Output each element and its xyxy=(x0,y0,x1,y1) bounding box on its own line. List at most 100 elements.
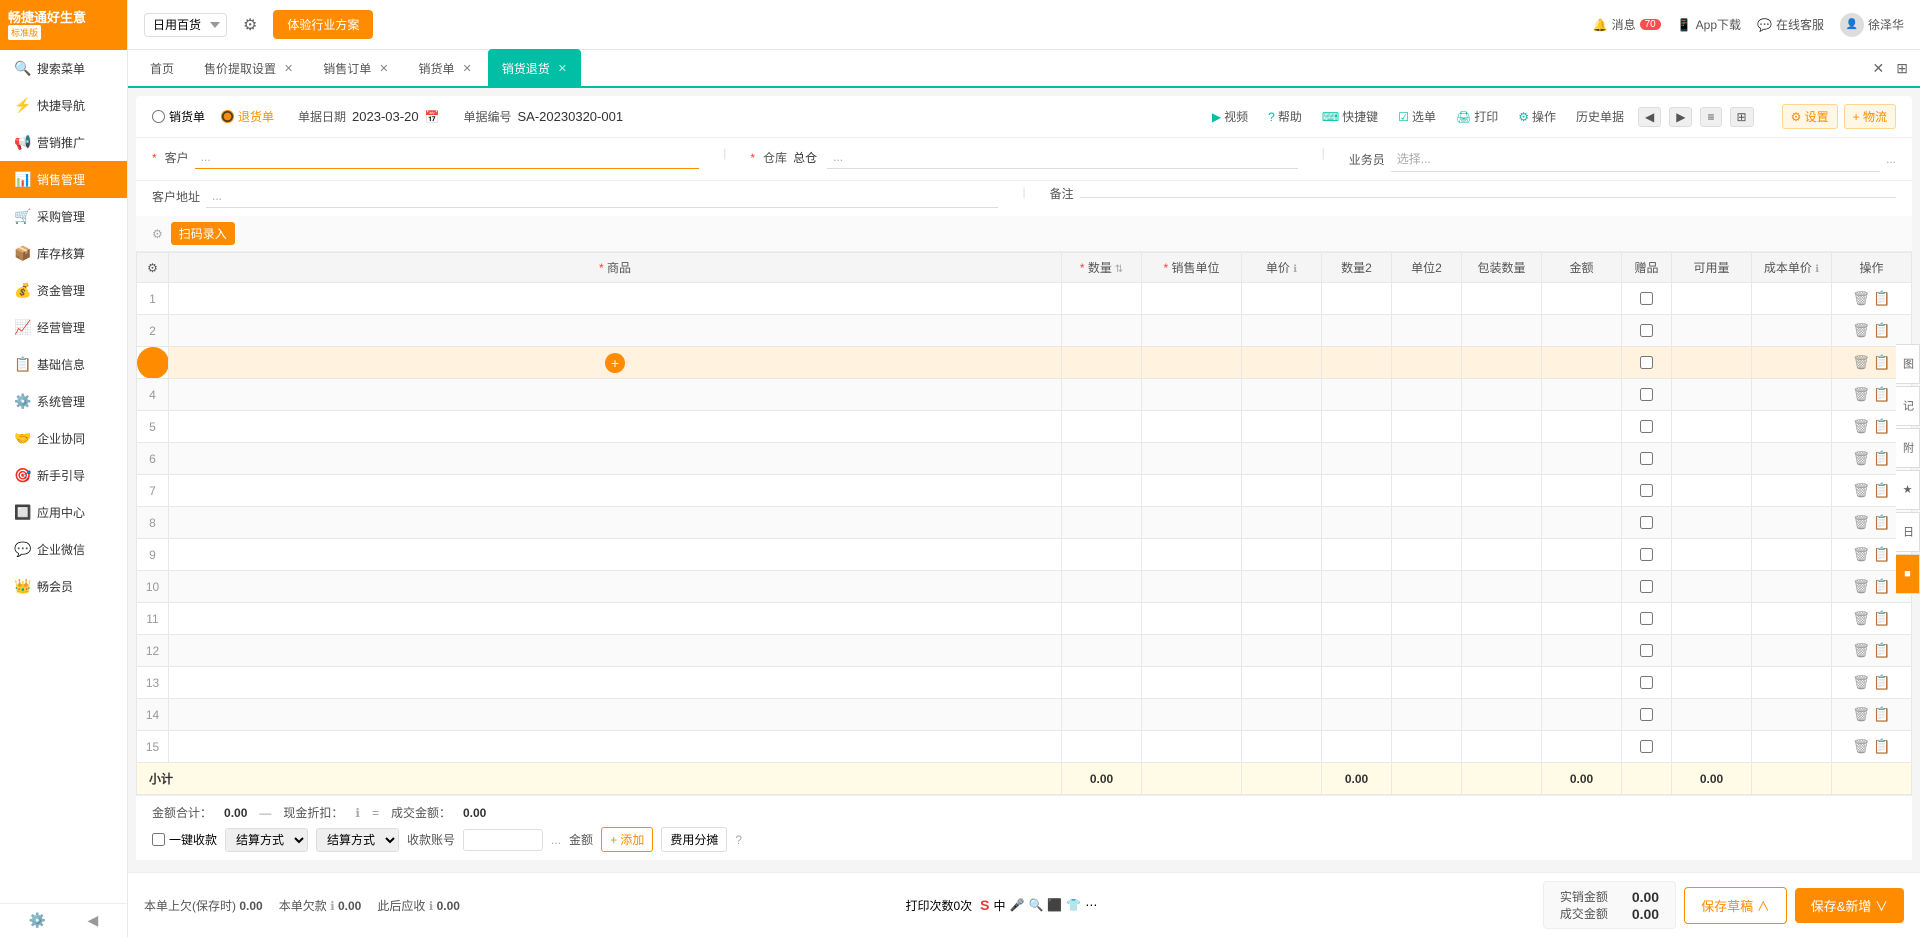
row-qty2-cell[interactable] xyxy=(1322,667,1392,699)
row-cost-cell[interactable] xyxy=(1752,443,1832,475)
row-product-cell[interactable] xyxy=(169,571,1062,603)
tab-price-setting[interactable]: 售价提取设置 ✕ xyxy=(190,49,307,87)
row-unit-cell[interactable] xyxy=(1142,539,1242,571)
tab-close-sales[interactable]: ✕ xyxy=(463,62,472,75)
row-qty2-cell[interactable] xyxy=(1322,635,1392,667)
row-qty-cell[interactable] xyxy=(1062,603,1142,635)
sidebar-item-sales[interactable]: 📊 销售管理 xyxy=(0,161,127,198)
row-qty2-cell[interactable] xyxy=(1322,315,1392,347)
sidebar-item-finance[interactable]: 💰 资金管理 xyxy=(0,272,127,309)
row-pack-cell[interactable] xyxy=(1462,699,1542,731)
row-product-cell[interactable] xyxy=(169,731,1062,763)
toolbar-select-btn[interactable]: ☑ 选单 xyxy=(1392,106,1442,127)
row-copy-btn[interactable]: 📋 xyxy=(1873,578,1890,595)
gift-checkbox[interactable] xyxy=(1640,452,1653,465)
row-qty-cell[interactable] xyxy=(1062,635,1142,667)
row-available-cell[interactable] xyxy=(1672,443,1752,475)
row-qty-cell[interactable] xyxy=(1062,571,1142,603)
row-unit2-cell[interactable] xyxy=(1392,635,1462,667)
radio-return-order[interactable]: 退货单 xyxy=(221,108,274,125)
row-qty-cell[interactable] xyxy=(1062,443,1142,475)
gift-checkbox[interactable] xyxy=(1640,740,1653,753)
row-copy-btn[interactable]: 📋 xyxy=(1873,418,1890,435)
row-product-cell[interactable] xyxy=(169,539,1062,571)
row-pack-cell[interactable] xyxy=(1462,667,1542,699)
row-cost-cell[interactable] xyxy=(1752,539,1832,571)
gift-checkbox[interactable] xyxy=(1640,356,1653,369)
setting-btn[interactable]: ⚙ 设置 xyxy=(1782,104,1838,129)
row-copy-btn[interactable]: 📋 xyxy=(1873,642,1890,659)
sidebar-item-basic[interactable]: 📋 基础信息 xyxy=(0,346,127,383)
row-delete-btn[interactable]: 🗑 xyxy=(1852,290,1870,307)
add-payment-btn[interactable]: + 添加 xyxy=(601,827,653,852)
tab-home[interactable]: 首页 xyxy=(136,49,188,87)
row-qty-cell[interactable] xyxy=(1062,699,1142,731)
sidebar-item-member[interactable]: 👑 畅会员 xyxy=(0,568,127,605)
toolbar-shortcut-btn[interactable]: ⌨ 快捷键 xyxy=(1316,106,1384,127)
row-copy-btn[interactable]: 📋 xyxy=(1873,610,1890,627)
row-available-cell[interactable] xyxy=(1672,539,1752,571)
row-amount-cell[interactable] xyxy=(1542,699,1622,731)
row-cost-cell[interactable] xyxy=(1752,603,1832,635)
row-qty2-cell[interactable] xyxy=(1322,571,1392,603)
row-product-cell[interactable] xyxy=(169,635,1062,667)
row-product-cell[interactable] xyxy=(169,667,1062,699)
row-qty2-cell[interactable] xyxy=(1322,411,1392,443)
row-pack-cell[interactable] xyxy=(1462,603,1542,635)
row-qty2-cell[interactable] xyxy=(1322,475,1392,507)
row-product-cell[interactable] xyxy=(169,315,1062,347)
tab-close-sales-order[interactable]: ✕ xyxy=(379,62,388,75)
account-input[interactable] xyxy=(463,829,543,851)
row-price-cell[interactable] xyxy=(1242,571,1322,603)
tab-sales[interactable]: 销货单 ✕ xyxy=(404,49,485,87)
gift-checkbox[interactable] xyxy=(1640,676,1653,689)
split-btn[interactable]: 费用分摊 xyxy=(661,827,727,852)
float-star-btn[interactable]: ★ xyxy=(1896,470,1920,510)
toolbar-print-btn[interactable]: 🖨 打印 xyxy=(1450,106,1504,127)
row-amount-cell[interactable] xyxy=(1542,667,1622,699)
row-delete-btn[interactable]: 🗑 xyxy=(1852,674,1870,691)
th-settings[interactable]: ⚙ xyxy=(137,253,169,283)
calc-method-select[interactable]: 结算方式 xyxy=(225,828,308,852)
row-pack-cell[interactable] xyxy=(1462,411,1542,443)
tab-sales-order[interactable]: 销售订单 ✕ xyxy=(309,49,402,87)
sidebar-settings-btn[interactable]: ⚙️ xyxy=(29,912,46,929)
row-pack-cell[interactable] xyxy=(1462,379,1542,411)
save-new-btn[interactable]: 保存&新增 ∨ xyxy=(1795,888,1904,923)
row-delete-btn[interactable]: 🗑 xyxy=(1852,546,1870,563)
row-cost-cell[interactable] xyxy=(1752,475,1832,507)
row-delete-btn[interactable]: 🗑 xyxy=(1852,642,1870,659)
row-price-cell[interactable] xyxy=(1242,731,1322,763)
row-unit-cell[interactable] xyxy=(1142,315,1242,347)
receivable-info-icon[interactable]: ℹ xyxy=(429,899,434,913)
row-qty2-cell[interactable] xyxy=(1322,283,1392,315)
row-product-cell[interactable] xyxy=(169,603,1062,635)
row-copy-btn[interactable]: 📋 xyxy=(1873,738,1890,755)
row-unit2-cell[interactable] xyxy=(1392,571,1462,603)
calendar-icon[interactable]: 📅 xyxy=(425,110,440,124)
row-product-cell[interactable] xyxy=(169,411,1062,443)
row-pack-cell[interactable] xyxy=(1462,283,1542,315)
row-delete-btn[interactable]: 🗑 xyxy=(1852,610,1870,627)
row-amount-cell[interactable] xyxy=(1542,571,1622,603)
row-copy-btn[interactable]: 📋 xyxy=(1873,450,1890,467)
row-delete-btn[interactable]: 🗑 xyxy=(1852,354,1870,371)
row-unit-cell[interactable] xyxy=(1142,443,1242,475)
row-price-cell[interactable] xyxy=(1242,603,1322,635)
payment-checkbox[interactable] xyxy=(152,833,165,846)
row-qty2-cell[interactable] xyxy=(1322,507,1392,539)
row-pack-cell[interactable] xyxy=(1462,539,1542,571)
float-attach-btn[interactable]: 附 xyxy=(1896,428,1920,468)
row-qty-cell[interactable] xyxy=(1062,731,1142,763)
row-copy-btn[interactable]: 📋 xyxy=(1873,674,1890,691)
row-cost-cell[interactable] xyxy=(1752,571,1832,603)
tab-close-all-btn[interactable]: ✕ xyxy=(1869,58,1889,79)
gift-checkbox[interactable] xyxy=(1640,612,1653,625)
split-help-icon[interactable]: ? xyxy=(735,833,742,847)
warehouse-input[interactable]: ... xyxy=(827,146,1298,169)
row-amount-cell[interactable] xyxy=(1542,283,1622,315)
gift-checkbox[interactable] xyxy=(1640,708,1653,721)
row-qty-cell[interactable] xyxy=(1062,411,1142,443)
row-copy-btn[interactable]: 📋 xyxy=(1873,706,1890,723)
sidebar-item-guide[interactable]: 🎯 新手引导 xyxy=(0,457,127,494)
